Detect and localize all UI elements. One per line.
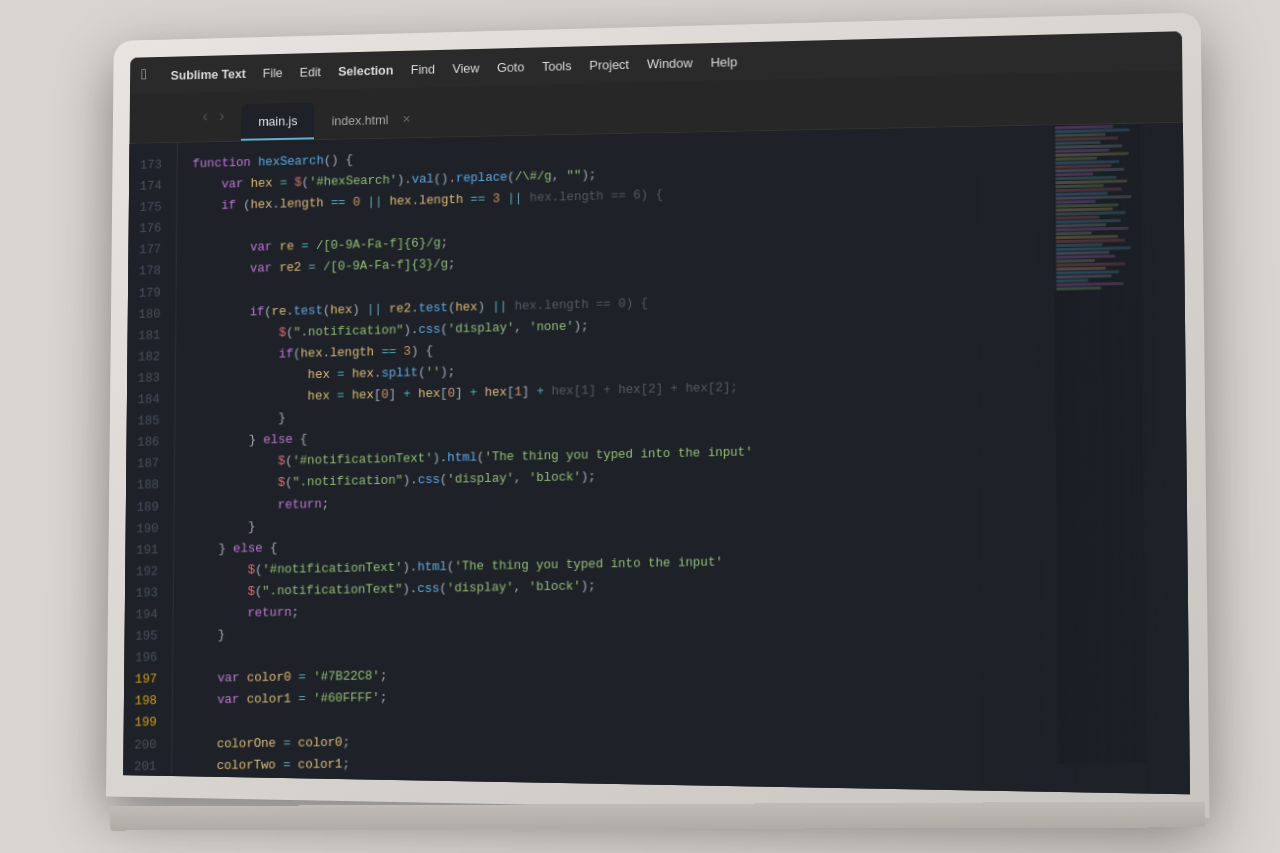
nav-arrows: ‹ › bbox=[201, 108, 227, 126]
linenum-173: 173 bbox=[137, 155, 162, 177]
menu-sublime-text[interactable]: Sublime Text bbox=[171, 66, 246, 82]
linenum-179: 179 bbox=[135, 282, 160, 304]
linenum-190: 190 bbox=[133, 518, 158, 540]
linenum-178: 178 bbox=[136, 261, 161, 283]
menu-view[interactable]: View bbox=[452, 60, 479, 75]
linenum-176: 176 bbox=[136, 218, 161, 240]
tab-main-js[interactable]: main.js bbox=[241, 102, 314, 140]
linenum-181: 181 bbox=[135, 325, 160, 347]
linenum-196: 196 bbox=[132, 647, 158, 669]
code-content[interactable]: function hexSearch() { var hex = $('#hex… bbox=[172, 123, 1058, 775]
screen:  Sublime Text File Edit Selection Find … bbox=[123, 31, 1190, 794]
menu-project[interactable]: Project bbox=[589, 56, 629, 72]
linenum-197: 197 bbox=[132, 669, 158, 691]
tab-index-html-label: index.html bbox=[332, 112, 389, 128]
linenum-175: 175 bbox=[136, 197, 161, 219]
linenum-183: 183 bbox=[134, 368, 159, 390]
menu-window[interactable]: Window bbox=[647, 55, 693, 71]
tab-index-html[interactable]: index.html ✕ bbox=[314, 100, 427, 139]
menu-edit[interactable]: Edit bbox=[300, 64, 321, 79]
tab-main-js-label: main.js bbox=[258, 113, 297, 128]
close-tab-icon[interactable]: ✕ bbox=[402, 112, 411, 125]
linenum-182: 182 bbox=[135, 346, 160, 368]
menu-help[interactable]: Help bbox=[711, 54, 738, 70]
linenum-191: 191 bbox=[133, 539, 159, 561]
editor-content: 173 174 175 176 177 178 179 180 181 182 … bbox=[123, 123, 1146, 775]
tab-bar: main.js index.html ✕ bbox=[241, 87, 428, 140]
linenum-195: 195 bbox=[132, 626, 158, 648]
menu-selection[interactable]: Selection bbox=[338, 62, 393, 78]
linenum-180: 180 bbox=[135, 304, 160, 326]
menu-tools[interactable]: Tools bbox=[542, 58, 572, 73]
linenum-187: 187 bbox=[134, 453, 159, 475]
linenum-200: 200 bbox=[131, 734, 157, 756]
line-numbers: 173 174 175 176 177 178 179 180 181 182 … bbox=[123, 143, 178, 775]
menu-file[interactable]: File bbox=[263, 65, 283, 80]
linenum-184: 184 bbox=[134, 389, 159, 411]
linenum-193: 193 bbox=[132, 583, 158, 605]
linenum-199: 199 bbox=[131, 712, 157, 734]
editor-area: 173 174 175 176 177 178 179 180 181 182 … bbox=[123, 123, 1190, 794]
linenum-201: 201 bbox=[131, 756, 157, 778]
linenum-202: 202 bbox=[130, 777, 156, 794]
linenum-186: 186 bbox=[134, 432, 159, 454]
forward-arrow-icon[interactable]: › bbox=[217, 108, 226, 126]
back-arrow-icon[interactable]: ‹ bbox=[201, 108, 210, 126]
apple-logo-icon:  bbox=[141, 67, 150, 84]
laptop-screen:  Sublime Text File Edit Selection Find … bbox=[106, 12, 1209, 817]
linenum-189: 189 bbox=[133, 496, 158, 518]
linenum-198: 198 bbox=[131, 691, 157, 713]
laptop-base bbox=[110, 802, 1205, 831]
minimap bbox=[1053, 123, 1147, 764]
linenum-177: 177 bbox=[136, 240, 161, 262]
menu-goto[interactable]: Goto bbox=[497, 59, 524, 74]
linenum-174: 174 bbox=[136, 176, 161, 198]
menu-find[interactable]: Find bbox=[411, 61, 435, 76]
linenum-185: 185 bbox=[134, 410, 159, 432]
linenum-192: 192 bbox=[133, 561, 159, 583]
linenum-188: 188 bbox=[133, 475, 158, 497]
linenum-194: 194 bbox=[132, 604, 158, 626]
